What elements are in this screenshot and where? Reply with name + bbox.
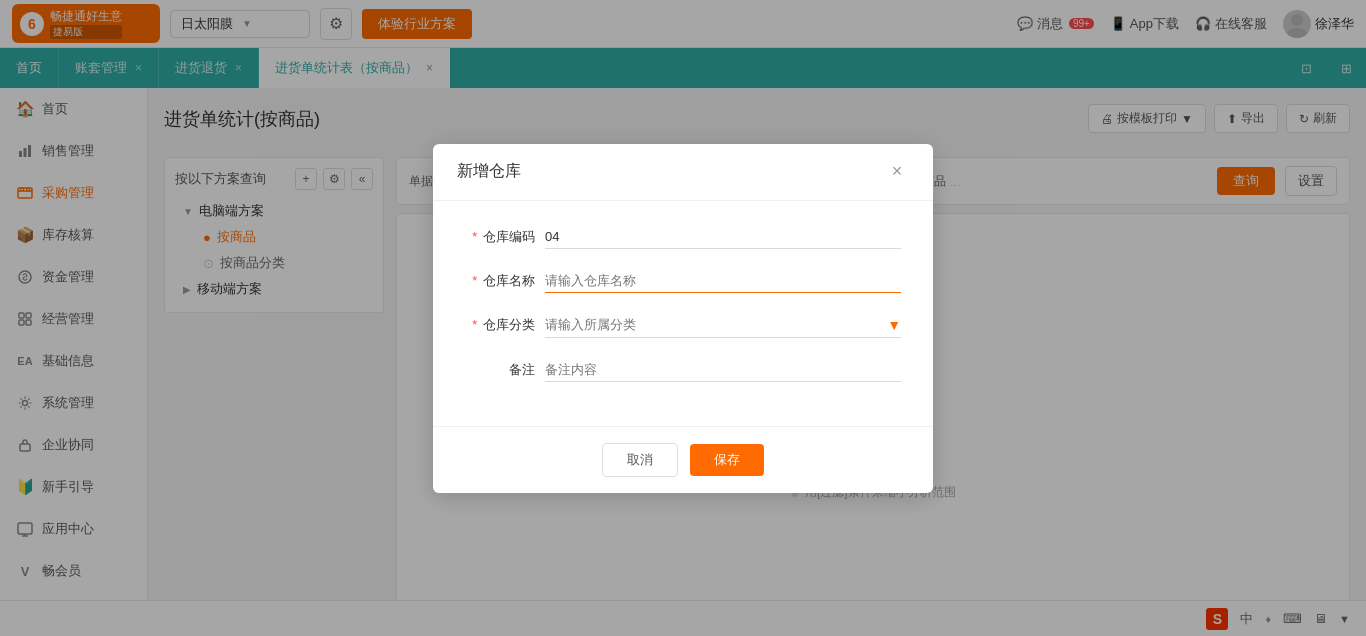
form-row-category: * 仓库分类 ▼ bbox=[465, 313, 901, 338]
category-dropdown-icon[interactable]: ▼ bbox=[887, 317, 901, 333]
category-label: * 仓库分类 bbox=[465, 316, 545, 334]
modal-body: * 仓库编码 * 仓库名称 * 仓库分类 bbox=[433, 201, 933, 426]
category-input[interactable] bbox=[545, 317, 887, 332]
remark-input[interactable] bbox=[545, 358, 901, 382]
save-button[interactable]: 保存 bbox=[690, 444, 764, 476]
code-label: * 仓库编码 bbox=[465, 228, 545, 246]
name-label: * 仓库名称 bbox=[465, 272, 545, 290]
code-required-mark: * bbox=[472, 229, 477, 244]
category-required-mark: * bbox=[472, 317, 477, 332]
modal-title: 新增仓库 bbox=[457, 161, 521, 182]
form-row-remark: 备注 bbox=[465, 358, 901, 382]
modal-header: 新增仓库 × bbox=[433, 144, 933, 201]
add-warehouse-modal: 新增仓库 × * 仓库编码 * 仓库名称 bbox=[433, 144, 933, 493]
form-row-code: * 仓库编码 bbox=[465, 225, 901, 249]
name-required-mark: * bbox=[472, 273, 477, 288]
remark-label: 备注 bbox=[465, 361, 545, 379]
modal-footer: 取消 保存 bbox=[433, 426, 933, 493]
name-input[interactable] bbox=[545, 269, 901, 293]
cancel-button[interactable]: 取消 bbox=[602, 443, 678, 477]
modal-overlay[interactable]: 新增仓库 × * 仓库编码 * 仓库名称 bbox=[0, 0, 1366, 636]
modal-close-button[interactable]: × bbox=[885, 160, 909, 184]
category-select-wrap: ▼ bbox=[545, 313, 901, 338]
form-row-name: * 仓库名称 bbox=[465, 269, 901, 293]
code-input[interactable] bbox=[545, 225, 901, 249]
